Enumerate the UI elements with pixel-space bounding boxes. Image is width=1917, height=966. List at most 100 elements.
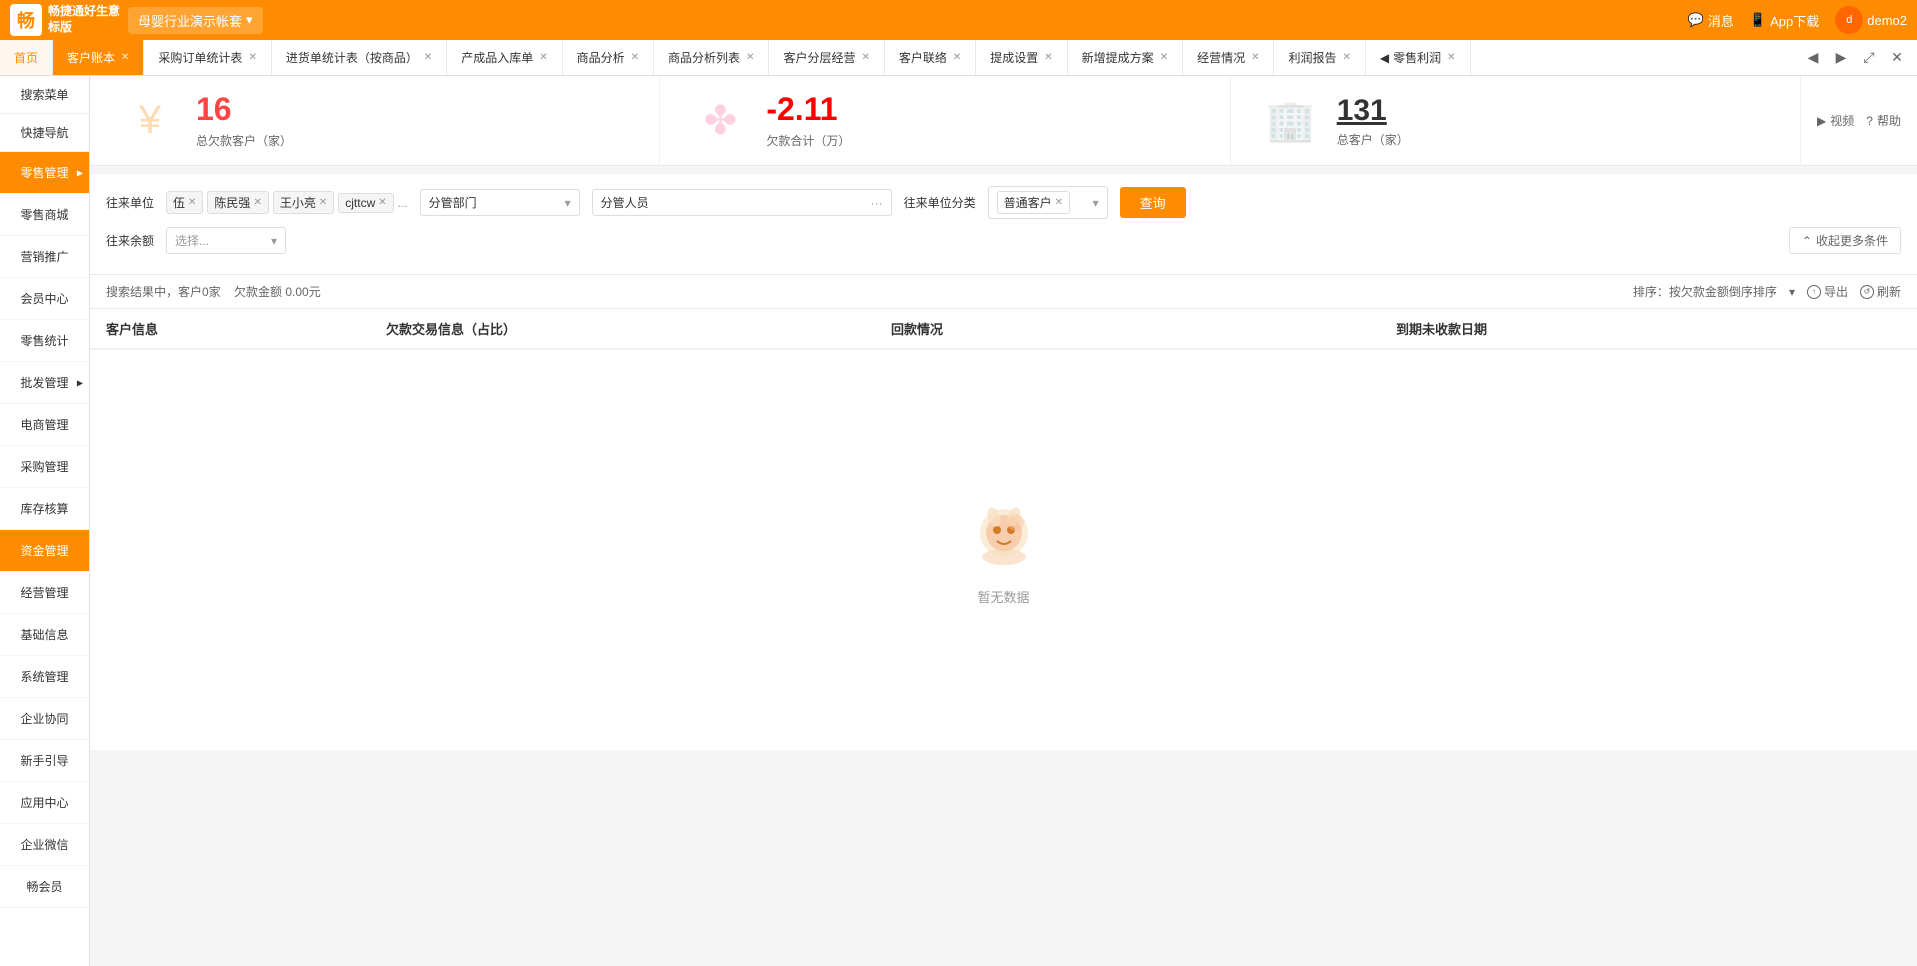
stat-label-2: 欠款合计（万） bbox=[766, 132, 850, 149]
message-button[interactable]: 💬 消息 bbox=[1688, 11, 1734, 30]
logo-text: 畅捷通好生意 标版 bbox=[48, 4, 120, 35]
sidebar-search-menu[interactable]: 搜索菜单 bbox=[0, 76, 89, 114]
close-icon[interactable]: ✕ bbox=[1251, 52, 1259, 63]
user-avatar[interactable]: d demo2 bbox=[1835, 6, 1907, 34]
export-icon: ↑ bbox=[1807, 285, 1821, 299]
stat-label-1: 总欠款客户（家） bbox=[196, 132, 292, 149]
close-icon[interactable]: ✕ bbox=[248, 52, 256, 63]
sidebar-item-purchase[interactable]: 采购管理 bbox=[0, 446, 89, 488]
sidebar-item-retail-mall[interactable]: 零售商城 bbox=[0, 194, 89, 236]
customers-icon: ¥ bbox=[120, 91, 180, 151]
person-label: 分管人员 bbox=[601, 194, 649, 211]
category-tag[interactable]: 普通客户 ✕ bbox=[997, 191, 1070, 214]
tab-goods-analysis[interactable]: 商品分析 ✕ bbox=[563, 40, 654, 76]
sidebar-item-retail-management[interactable]: 零售管理 ▶ bbox=[0, 152, 89, 194]
col-due-date: 到期未收款日期 bbox=[1396, 319, 1901, 338]
close-icon[interactable]: ✕ bbox=[953, 52, 961, 63]
remove-category-icon[interactable]: ✕ bbox=[1055, 197, 1063, 208]
close-icon[interactable]: ✕ bbox=[1447, 52, 1455, 63]
close-icon[interactable]: ✕ bbox=[424, 52, 432, 63]
top-bar: 畅 畅捷通好生意 标版 母婴行业演示帐套 ▾ 💬 消息 📱 App下载 d de… bbox=[0, 0, 1917, 40]
account-selector[interactable]: 母婴行业演示帐套 ▾ bbox=[128, 7, 263, 34]
close-icon[interactable]: ✕ bbox=[1160, 52, 1168, 63]
collapse-button[interactable]: ⌃ 收起更多条件 bbox=[1789, 227, 1901, 254]
more-tags-button[interactable]: ... bbox=[398, 196, 408, 210]
stat-total-customers: ¥ 16 总欠款客户（家） bbox=[90, 76, 660, 165]
sidebar-item-member-center[interactable]: 会员中心 bbox=[0, 278, 89, 320]
category-select[interactable]: 普通客户 ✕ ▾ bbox=[988, 186, 1108, 219]
tab-produced-goods[interactable]: 产成品入库单 ✕ bbox=[447, 40, 562, 76]
nav-expand-button[interactable]: ⤢ bbox=[1857, 46, 1881, 70]
nav-prev-button[interactable]: ◀ bbox=[1801, 46, 1825, 70]
tab-add-commission[interactable]: 新增提成方案 ✕ bbox=[1068, 40, 1183, 76]
tab-profit-report[interactable]: 利润报告 ✕ bbox=[1274, 40, 1365, 76]
unit-tag-3[interactable]: cjttcw ✕ bbox=[338, 193, 393, 213]
close-icon[interactable]: ✕ bbox=[861, 52, 869, 63]
tab-goods-stats[interactable]: 进货单统计表（按商品） ✕ bbox=[272, 40, 447, 76]
close-icon[interactable]: ✕ bbox=[1044, 52, 1052, 63]
tab-customer-ledger[interactable]: 客户账本 ✕ bbox=[53, 40, 144, 76]
close-icon[interactable]: ✕ bbox=[1343, 52, 1351, 63]
tab-commission-settings[interactable]: 提成设置 ✕ bbox=[976, 40, 1067, 76]
refresh-button[interactable]: ↺ 刷新 bbox=[1860, 283, 1901, 300]
remain-select[interactable]: 选择... ▾ bbox=[166, 227, 286, 254]
nav-next-button[interactable]: ▶ bbox=[1829, 46, 1853, 70]
unit-tag-2[interactable]: 王小亮 ✕ bbox=[273, 191, 334, 214]
close-icon[interactable]: ✕ bbox=[746, 52, 754, 63]
dept-label: 分管部门 bbox=[429, 194, 477, 211]
tab-home[interactable]: 首页 bbox=[0, 40, 53, 76]
close-icon[interactable]: ✕ bbox=[121, 52, 129, 63]
tab-purchase-order-stats[interactable]: 采购订单统计表 ✕ bbox=[144, 40, 271, 76]
tab-goods-analysis-list[interactable]: 商品分析列表 ✕ bbox=[654, 40, 769, 76]
sidebar-item-operations-management[interactable]: 经营管理 bbox=[0, 572, 89, 614]
logo-icon: 畅 bbox=[10, 4, 42, 36]
sidebar-item-finance[interactable]: 资金管理 bbox=[0, 530, 89, 572]
help-icon: ? bbox=[1866, 114, 1873, 128]
nav-close-all-button[interactable]: ✕ bbox=[1885, 46, 1909, 70]
avatar: d bbox=[1835, 6, 1863, 34]
sidebar-quick-nav[interactable]: 快捷导航 bbox=[0, 114, 89, 152]
sidebar-item-system[interactable]: 系统管理 bbox=[0, 656, 89, 698]
remove-tag-icon[interactable]: ✕ bbox=[188, 197, 196, 208]
remove-tag-icon[interactable]: ✕ bbox=[253, 197, 261, 208]
close-icon[interactable]: ✕ bbox=[631, 52, 639, 63]
stat-number-2: -2.11 bbox=[766, 92, 850, 127]
chevron-down-icon: ▾ bbox=[246, 12, 253, 28]
sidebar-item-basic-info[interactable]: 基础信息 bbox=[0, 614, 89, 656]
debt-icon: ✤ bbox=[690, 91, 750, 151]
sidebar-item-ecommerce[interactable]: 电商管理 bbox=[0, 404, 89, 446]
tab-customer-tier[interactable]: 客户分层经营 ✕ bbox=[769, 40, 884, 76]
download-icon: 📱 bbox=[1750, 12, 1766, 28]
sidebar-item-app-center[interactable]: 应用中心 bbox=[0, 782, 89, 824]
dept-select[interactable]: 分管部门 ▾ bbox=[420, 189, 580, 216]
unit-tag-1[interactable]: 陈民强 ✕ bbox=[207, 191, 268, 214]
sidebar-item-inventory[interactable]: 库存核算 bbox=[0, 488, 89, 530]
stat-data-1: 16 总欠款客户（家） bbox=[196, 92, 292, 148]
tab-operations[interactable]: 经营情况 ✕ bbox=[1183, 40, 1274, 76]
filter-area: 往来单位 伍 ✕ 陈民强 ✕ 王小亮 ✕ cjttcw bbox=[90, 174, 1917, 275]
query-button[interactable]: 查询 bbox=[1120, 187, 1186, 218]
filter-row-2: 往来余额 选择... ▾ ⌃ 收起更多条件 bbox=[106, 227, 1901, 254]
video-button[interactable]: ▶ 视频 bbox=[1817, 112, 1854, 129]
unit-label: 往来单位 bbox=[106, 194, 154, 211]
sidebar-item-enterprise-collab[interactable]: 企业协同 bbox=[0, 698, 89, 740]
sidebar-item-retail-stats[interactable]: 零售统计 bbox=[0, 320, 89, 362]
sidebar-item-new-guide[interactable]: 新手引导 bbox=[0, 740, 89, 782]
app-download-button[interactable]: 📱 App下载 bbox=[1750, 11, 1819, 30]
sidebar-item-enterprise-wechat[interactable]: 企业微信 bbox=[0, 824, 89, 866]
remove-tag-icon[interactable]: ✕ bbox=[319, 197, 327, 208]
sidebar: 搜索菜单 快捷导航 零售管理 ▶ 零售商城 营销推广 会员中心 零售统计 批发管… bbox=[0, 76, 90, 966]
sidebar-item-marketing[interactable]: 营销推广 bbox=[0, 236, 89, 278]
help-button[interactable]: ? 帮助 bbox=[1866, 112, 1901, 129]
results-text: 搜索结果中，客户0家 欠款金额 0.00元 bbox=[106, 283, 321, 300]
tab-retail-profit[interactable]: ◀ 零售利润 ✕ bbox=[1366, 40, 1471, 76]
col-debt-info: 欠款交易信息（占比） bbox=[386, 319, 891, 338]
person-select[interactable]: 分管人员 ··· bbox=[592, 189, 892, 216]
sidebar-item-wholesale-management[interactable]: 批发管理 ▶ bbox=[0, 362, 89, 404]
remove-tag-icon[interactable]: ✕ bbox=[378, 197, 386, 208]
tab-customer-contact[interactable]: 客户联络 ✕ bbox=[885, 40, 976, 76]
unit-tag-0[interactable]: 伍 ✕ bbox=[166, 191, 203, 214]
export-button[interactable]: ↑ 导出 bbox=[1807, 283, 1848, 300]
close-icon[interactable]: ✕ bbox=[539, 52, 547, 63]
sidebar-item-member-app[interactable]: 畅会员 bbox=[0, 866, 89, 908]
